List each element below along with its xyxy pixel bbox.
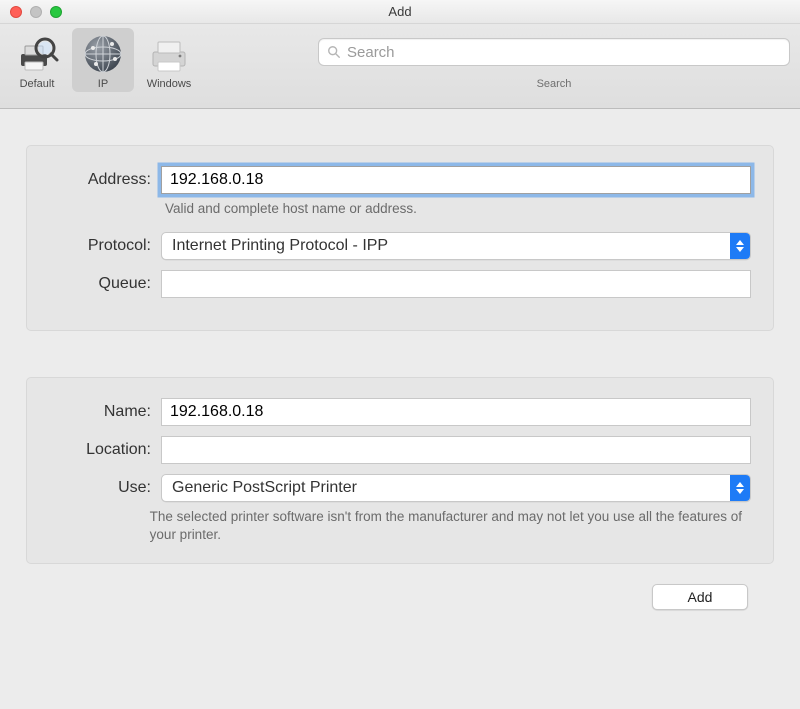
address-panel: Address: Valid and complete host name or… (26, 145, 774, 331)
window-title: Add (0, 4, 800, 19)
toolbar-label: Default (20, 78, 55, 90)
row-protocol: Protocol: Internet Printing Protocol - I… (27, 232, 751, 260)
use-hint: The selected printer software isn't from… (150, 508, 751, 544)
row-use: Use: Generic PostScript Printer (27, 474, 751, 502)
minimize-button[interactable] (30, 6, 42, 18)
row-address: Address: (27, 166, 751, 194)
toolbar-item-ip[interactable]: IP (72, 28, 134, 92)
location-input[interactable] (161, 436, 751, 464)
use-value: Generic PostScript Printer (172, 479, 357, 497)
toolbar-label: IP (98, 78, 108, 90)
address-input[interactable] (161, 166, 751, 194)
name-panel: Name: Location: Use: Generic PostScript … (26, 377, 774, 563)
row-queue: Queue: (27, 270, 751, 298)
zoom-button[interactable] (50, 6, 62, 18)
footer: Add (26, 584, 774, 610)
search-input[interactable] (347, 44, 781, 61)
toolbar-label: Windows (147, 78, 192, 90)
row-name: Name: (27, 398, 751, 426)
label-name: Name: (27, 403, 161, 421)
add-button[interactable]: Add (652, 584, 748, 610)
toolbar-item-default[interactable]: Default (6, 28, 68, 92)
protocol-select[interactable]: Internet Printing Protocol - IPP (161, 232, 751, 260)
label-address: Address: (27, 171, 161, 189)
toolbar-search: Search (318, 28, 790, 90)
label-queue: Queue: (27, 275, 161, 293)
search-field[interactable] (318, 38, 790, 66)
printer-search-icon (13, 32, 61, 76)
label-location: Location: (27, 441, 161, 459)
chevron-updown-icon (730, 233, 750, 259)
printer-icon (145, 32, 193, 76)
row-location: Location: (27, 436, 751, 464)
label-use: Use: (27, 479, 161, 497)
toolbar: Default IP (0, 24, 800, 109)
use-select[interactable]: Generic PostScript Printer (161, 474, 751, 502)
titlebar: Add (0, 0, 800, 24)
search-caption: Search (537, 78, 572, 90)
address-hint: Valid and complete host name or address. (165, 200, 425, 218)
toolbar-item-windows[interactable]: Windows (138, 28, 200, 92)
name-input[interactable] (161, 398, 751, 426)
content: Address: Valid and complete host name or… (0, 109, 800, 610)
close-button[interactable] (10, 6, 22, 18)
search-icon (327, 45, 341, 59)
queue-input[interactable] (161, 270, 751, 298)
chevron-updown-icon (730, 475, 750, 501)
globe-network-icon (79, 32, 127, 76)
protocol-value: Internet Printing Protocol - IPP (172, 237, 388, 255)
label-protocol: Protocol: (27, 237, 161, 255)
window-controls (0, 6, 62, 18)
